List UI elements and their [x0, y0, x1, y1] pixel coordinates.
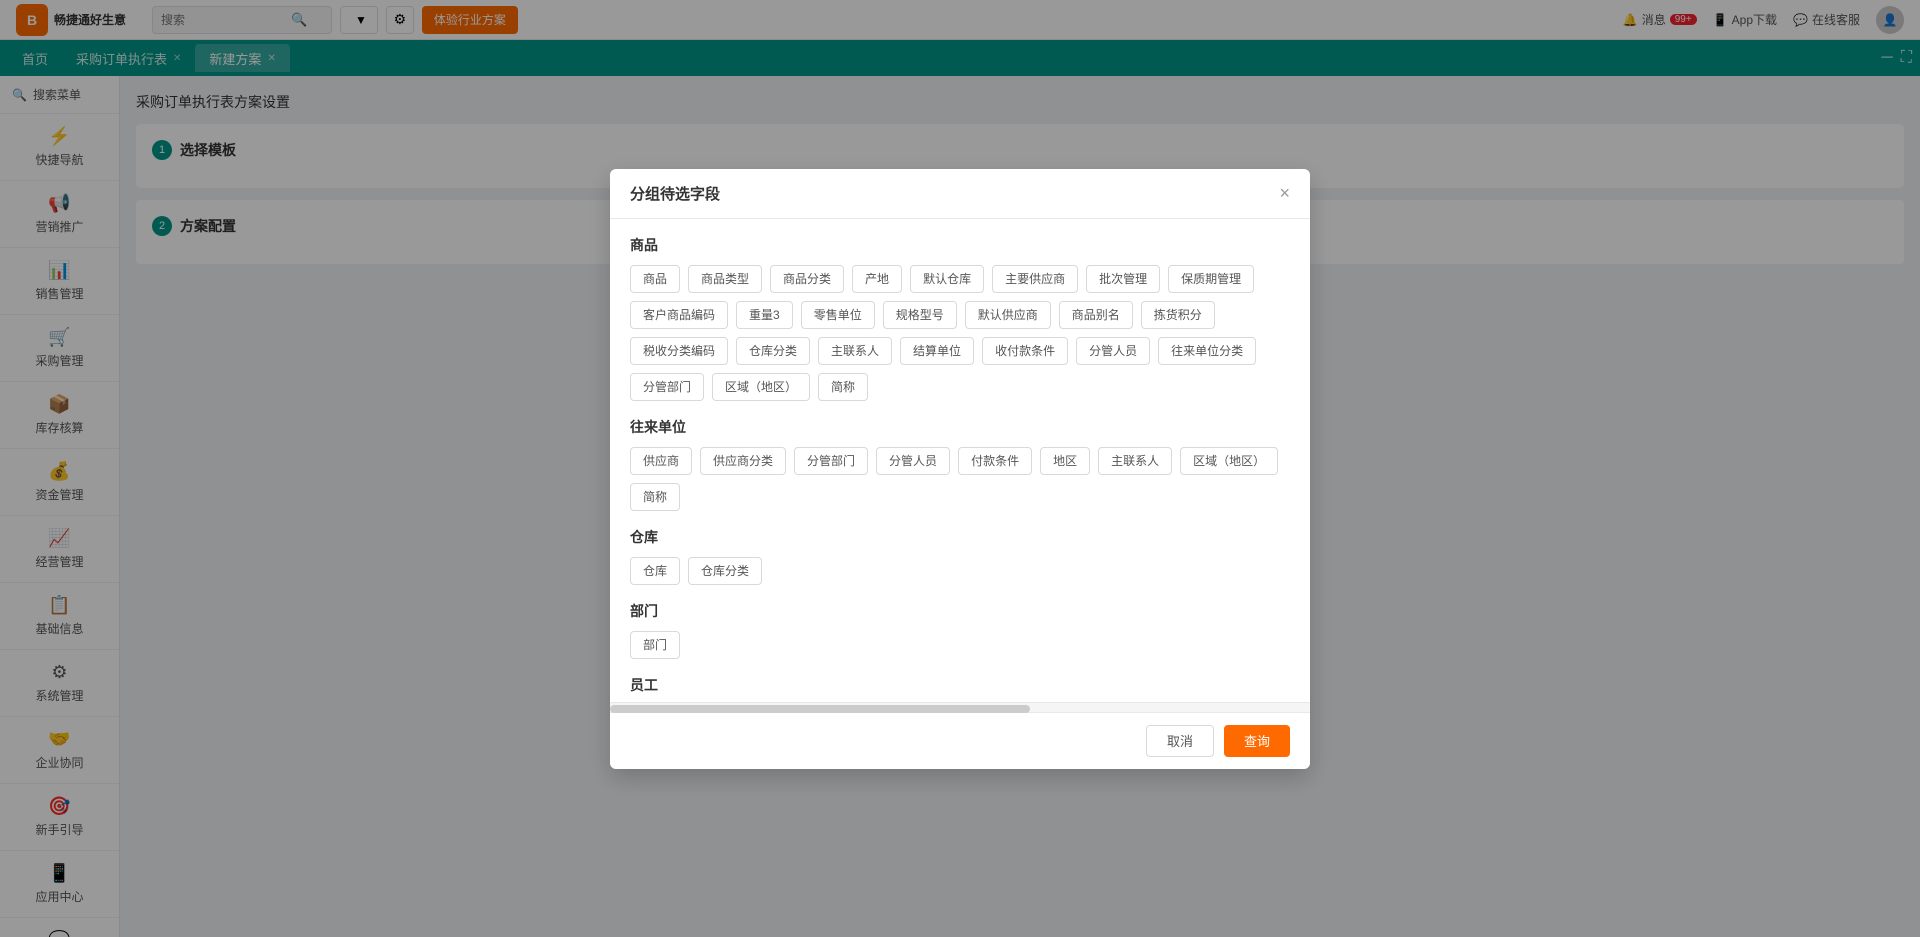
field-group-warehouse: 仓库 仓库 仓库分类	[630, 527, 1290, 585]
cancel-button[interactable]: 取消	[1146, 725, 1214, 757]
field-tag-product-19[interactable]: 收付款条件	[982, 337, 1068, 365]
modal-body: 商品 商品 商品类型 商品分类 产地 默认仓库 主要供应商 批次管理 保质期管理…	[610, 219, 1310, 703]
modal-horizontal-scrollbar[interactable]	[610, 702, 1310, 711]
field-tag-cp-0[interactable]: 供应商	[630, 447, 692, 475]
field-group-product: 商品 商品 商品类型 商品分类 产地 默认仓库 主要供应商 批次管理 保质期管理…	[630, 235, 1290, 401]
field-tag-product-22[interactable]: 分管部门	[630, 373, 704, 401]
field-tag-cp-3[interactable]: 分管人员	[876, 447, 950, 475]
field-group-warehouse-title: 仓库	[630, 527, 1290, 547]
field-tag-product-18[interactable]: 结算单位	[900, 337, 974, 365]
modal-title: 分组待选字段	[630, 183, 720, 204]
modal-footer: 取消 查询	[610, 712, 1310, 769]
field-group-product-title: 商品	[630, 235, 1290, 255]
field-tag-product-24[interactable]: 简称	[818, 373, 868, 401]
field-tag-cp-2[interactable]: 分管部门	[794, 447, 868, 475]
field-tag-product-8[interactable]: 客户商品编码	[630, 301, 728, 329]
modal-hscroll-thumb[interactable]	[610, 705, 1030, 713]
field-tag-product-13[interactable]: 商品别名	[1059, 301, 1133, 329]
field-group-counterpart: 往来单位 供应商 供应商分类 分管部门 分管人员 付款条件 地区 主联系人 区域…	[630, 417, 1290, 511]
field-tag-cp-5[interactable]: 地区	[1040, 447, 1090, 475]
field-group-counterpart-title: 往来单位	[630, 417, 1290, 437]
field-select-modal: 分组待选字段 × 商品 商品 商品类型 商品分类 产地 默认仓库 主要供应商 批…	[610, 169, 1310, 769]
field-tag-cp-8[interactable]: 简称	[630, 483, 680, 511]
field-tag-product-10[interactable]: 零售单位	[801, 301, 875, 329]
field-tag-product-1[interactable]: 商品类型	[688, 265, 762, 293]
field-group-employee-title: 员工	[630, 675, 1290, 695]
field-tags-counterpart: 供应商 供应商分类 分管部门 分管人员 付款条件 地区 主联系人 区域（地区） …	[630, 447, 1290, 511]
field-tag-product-4[interactable]: 默认仓库	[910, 265, 984, 293]
field-tag-product-9[interactable]: 重量3	[736, 301, 793, 329]
field-tag-product-11[interactable]: 规格型号	[883, 301, 957, 329]
field-tag-cp-4[interactable]: 付款条件	[958, 447, 1032, 475]
field-tag-product-20[interactable]: 分管人员	[1076, 337, 1150, 365]
field-tag-cp-1[interactable]: 供应商分类	[700, 447, 786, 475]
field-tag-cp-7[interactable]: 区域（地区）	[1180, 447, 1278, 475]
field-tag-product-0[interactable]: 商品	[630, 265, 680, 293]
field-tag-product-5[interactable]: 主要供应商	[992, 265, 1078, 293]
field-tag-product-15[interactable]: 税收分类编码	[630, 337, 728, 365]
modal-overlay: 分组待选字段 × 商品 商品 商品类型 商品分类 产地 默认仓库 主要供应商 批…	[0, 0, 1920, 937]
field-tag-cp-6[interactable]: 主联系人	[1098, 447, 1172, 475]
field-tags-warehouse: 仓库 仓库分类	[630, 557, 1290, 585]
field-tags-department: 部门	[630, 631, 1290, 659]
field-tag-product-17[interactable]: 主联系人	[818, 337, 892, 365]
field-group-department-title: 部门	[630, 601, 1290, 621]
field-group-department: 部门 部门	[630, 601, 1290, 659]
field-tag-product-7[interactable]: 保质期管理	[1168, 265, 1254, 293]
modal-header: 分组待选字段 ×	[610, 169, 1310, 219]
field-tag-product-12[interactable]: 默认供应商	[965, 301, 1051, 329]
field-tag-wh-1[interactable]: 仓库分类	[688, 557, 762, 585]
field-tag-product-21[interactable]: 往来单位分类	[1158, 337, 1256, 365]
field-tag-product-3[interactable]: 产地	[852, 265, 902, 293]
field-tag-wh-0[interactable]: 仓库	[630, 557, 680, 585]
modal-close-btn[interactable]: ×	[1279, 183, 1290, 204]
field-tag-product-2[interactable]: 商品分类	[770, 265, 844, 293]
field-tag-product-23[interactable]: 区域（地区）	[712, 373, 810, 401]
confirm-button[interactable]: 查询	[1224, 725, 1290, 757]
field-tag-dept-0[interactable]: 部门	[630, 631, 680, 659]
field-tags-product: 商品 商品类型 商品分类 产地 默认仓库 主要供应商 批次管理 保质期管理 客户…	[630, 265, 1290, 401]
field-tag-product-14[interactable]: 拣货积分	[1141, 301, 1215, 329]
field-tag-product-6[interactable]: 批次管理	[1086, 265, 1160, 293]
field-group-employee: 员工 业务员	[630, 675, 1290, 703]
field-tag-product-16[interactable]: 仓库分类	[736, 337, 810, 365]
